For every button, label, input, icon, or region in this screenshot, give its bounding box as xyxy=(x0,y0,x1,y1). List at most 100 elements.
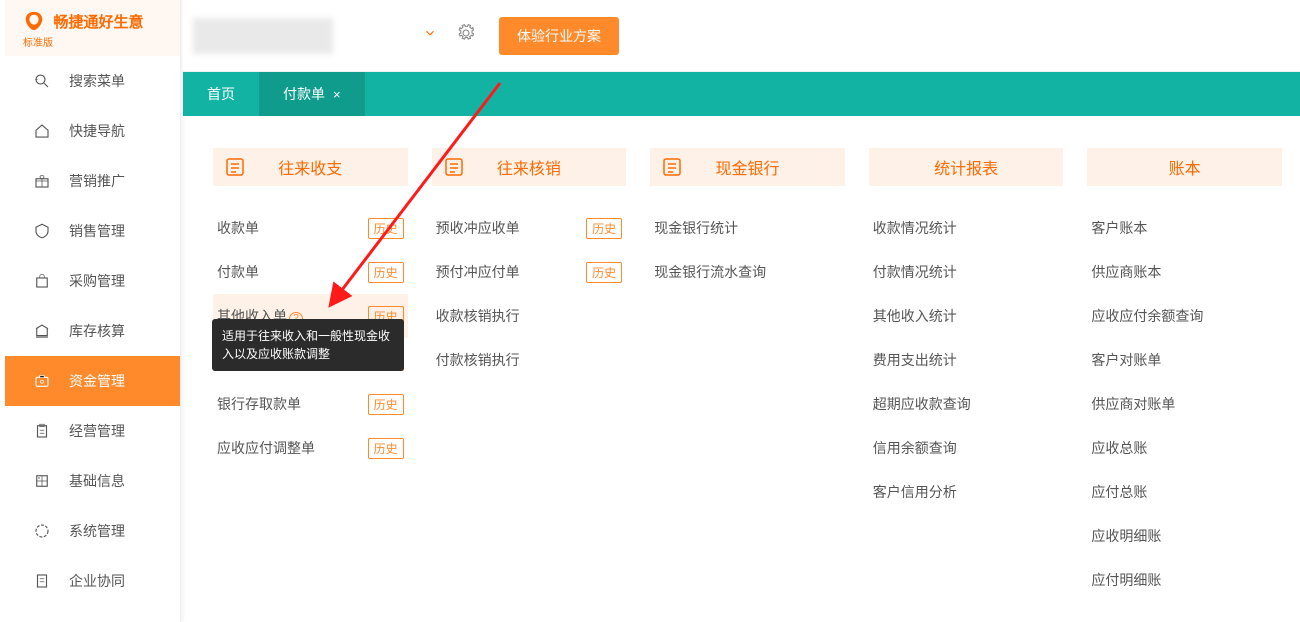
item-label: 应收明细账 xyxy=(1091,526,1161,546)
list-item[interactable]: 收款情况统计 xyxy=(869,206,1064,250)
bank-icon xyxy=(33,322,51,340)
list-item[interactable]: 应付明细账 xyxy=(1087,558,1282,602)
sidebar-item-wallet[interactable]: 资金管理 xyxy=(5,356,180,406)
column-0: 往来收支收款单历史付款单历史其他收入单?历史历史银行存取款单历史应收应付调整单历… xyxy=(213,148,408,602)
item-label: 收款核销执行 xyxy=(436,306,520,326)
tabstrip: 首页 付款单× xyxy=(183,72,1300,116)
item-label: 超期应收款查询 xyxy=(873,394,971,414)
list-item[interactable]: 供应商账本 xyxy=(1087,250,1282,294)
item-label: 客户对账单 xyxy=(1091,350,1161,370)
history-badge[interactable]: 历史 xyxy=(368,394,404,415)
sidebar-item-bank[interactable]: 库存核算 xyxy=(5,306,180,356)
grid-icon xyxy=(33,472,51,490)
column-2: 现金银行现金银行统计现金银行流水查询 xyxy=(650,148,845,602)
list-item[interactable]: 收款核销执行 xyxy=(432,294,627,338)
logo-title: 畅捷通好生意 xyxy=(53,11,143,32)
sidebar-item-clipboard[interactable]: 经营管理 xyxy=(5,406,180,456)
list-item[interactable]: 付款情况统计 xyxy=(869,250,1064,294)
column-1: 往来核销预收冲应收单历史预付冲应付单历史收款核销执行付款核销执行 xyxy=(432,148,627,602)
column-header: 现金银行 xyxy=(650,148,845,186)
sidebar-item-label: 企业协同 xyxy=(69,571,125,591)
list-item[interactable]: 客户对账单 xyxy=(1087,338,1282,382)
sidebar-item-gift[interactable]: 营销推广 xyxy=(5,156,180,206)
list-item[interactable]: 现金银行统计 xyxy=(650,206,845,250)
item-label: 费用支出统计 xyxy=(873,350,957,370)
tooltip: 适用于往来收入和一般性现金收入以及应收账款调整 xyxy=(212,319,404,371)
sidebar: 畅捷通好生意 标准版 搜索菜单快捷导航营销推广销售管理采购管理库存核算资金管理经… xyxy=(5,0,181,622)
history-badge[interactable]: 历史 xyxy=(368,262,404,283)
list-item[interactable]: 应付总账 xyxy=(1087,470,1282,514)
item-label: 收款单 xyxy=(217,218,259,238)
wallet-icon xyxy=(33,372,51,390)
search-icon xyxy=(33,72,51,90)
list-item[interactable]: 预付冲应付单历史 xyxy=(432,250,627,294)
tab-label: 首页 xyxy=(207,84,235,104)
logo-area: 畅捷通好生意 标准版 xyxy=(5,0,180,56)
history-badge[interactable]: 历史 xyxy=(586,262,622,283)
column-header: 往来核销 xyxy=(432,148,627,186)
sidebar-item-label: 采购管理 xyxy=(69,271,125,291)
list-item[interactable]: 付款核销执行 xyxy=(432,338,627,382)
sidebar-item-label: 销售管理 xyxy=(69,221,125,241)
logo-icon xyxy=(23,10,45,32)
list-item[interactable]: 客户信用分析 xyxy=(869,470,1064,514)
list-item[interactable]: 客户账本 xyxy=(1087,206,1282,250)
doc-icon xyxy=(33,572,51,590)
history-badge[interactable]: 历史 xyxy=(586,218,622,239)
main-area: 体验行业方案 首页付款单× 往来收支收款单历史付款单历史其他收入单?历史历史银行… xyxy=(183,0,1300,622)
list-item[interactable]: 应收明细账 xyxy=(1087,514,1282,558)
topbar: 体验行业方案 xyxy=(183,0,1300,72)
sidebar-item-badge[interactable]: 销售管理 xyxy=(5,206,180,256)
sidebar-item-label: 经营管理 xyxy=(69,421,125,441)
sidebar-item-search[interactable]: 搜索菜单 xyxy=(5,56,180,106)
column-title: 往来收支 xyxy=(278,155,342,179)
item-label: 其他收入统计 xyxy=(873,306,957,326)
sync-icon xyxy=(33,522,51,540)
list-item[interactable]: 收款单 历史 xyxy=(213,206,408,250)
history-badge[interactable]: 历史 xyxy=(368,438,404,459)
column-title: 统计报表 xyxy=(934,155,998,179)
industry-plan-button[interactable]: 体验行业方案 xyxy=(499,17,619,55)
sidebar-item-bag[interactable]: 采购管理 xyxy=(5,256,180,306)
item-label: 收款情况统计 xyxy=(873,218,957,238)
tab-1[interactable]: 付款单× xyxy=(259,72,365,116)
list-item[interactable]: 应收应付余额查询 xyxy=(1087,294,1282,338)
bag-icon xyxy=(33,272,51,290)
column-3: 统计报表收款情况统计付款情况统计其他收入统计费用支出统计超期应收款查询信用余额查… xyxy=(869,148,1064,602)
sidebar-item-grid[interactable]: 基础信息 xyxy=(5,456,180,506)
org-name-blurred xyxy=(193,18,333,54)
chevron-down-icon[interactable] xyxy=(423,26,437,45)
list-item[interactable]: 供应商对账单 xyxy=(1087,382,1282,426)
doc-icon xyxy=(442,155,466,179)
list-item[interactable]: 预收冲应收单 历史 xyxy=(432,206,627,250)
sidebar-item-sync[interactable]: 系统管理 xyxy=(5,506,180,556)
sidebar-item-label: 营销推广 xyxy=(69,171,125,191)
item-label: 预收冲应收单 xyxy=(436,218,520,238)
list-item[interactable]: 银行存取款单历史 xyxy=(213,382,408,426)
tab-0[interactable]: 首页 xyxy=(183,72,259,116)
gear-icon[interactable] xyxy=(457,24,475,47)
list-item[interactable]: 费用支出统计 xyxy=(869,338,1064,382)
list-item[interactable]: 应收总账 xyxy=(1087,426,1282,470)
list-item[interactable]: 信用余额查询 xyxy=(869,426,1064,470)
column-header: 统计报表 xyxy=(869,148,1064,186)
list-item[interactable]: 现金银行流水查询 xyxy=(650,250,845,294)
item-label: 付款情况统计 xyxy=(873,262,957,282)
close-icon[interactable]: × xyxy=(333,87,341,102)
home-icon xyxy=(33,122,51,140)
sidebar-item-label: 搜索菜单 xyxy=(69,71,125,91)
list-item[interactable]: 超期应收款查询 xyxy=(869,382,1064,426)
sidebar-item-home[interactable]: 快捷导航 xyxy=(5,106,180,156)
sidebar-item-doc[interactable]: 企业协同 xyxy=(5,556,180,606)
item-label: 客户账本 xyxy=(1091,218,1147,238)
list-item[interactable]: 付款单历史 xyxy=(213,250,408,294)
column-list: 客户账本供应商账本应收应付余额查询客户对账单供应商对账单应收总账应付总账应收明细… xyxy=(1087,186,1282,602)
item-label: 应收应付余额查询 xyxy=(1091,306,1203,326)
item-label: 付款核销执行 xyxy=(436,350,520,370)
sidebar-item-label: 基础信息 xyxy=(69,471,125,491)
item-label: 客户信用分析 xyxy=(873,482,957,502)
column-title: 账本 xyxy=(1169,155,1201,179)
history-badge[interactable]: 历史 xyxy=(368,218,404,239)
list-item[interactable]: 其他收入统计 xyxy=(869,294,1064,338)
list-item[interactable]: 应收应付调整单历史 xyxy=(213,426,408,470)
